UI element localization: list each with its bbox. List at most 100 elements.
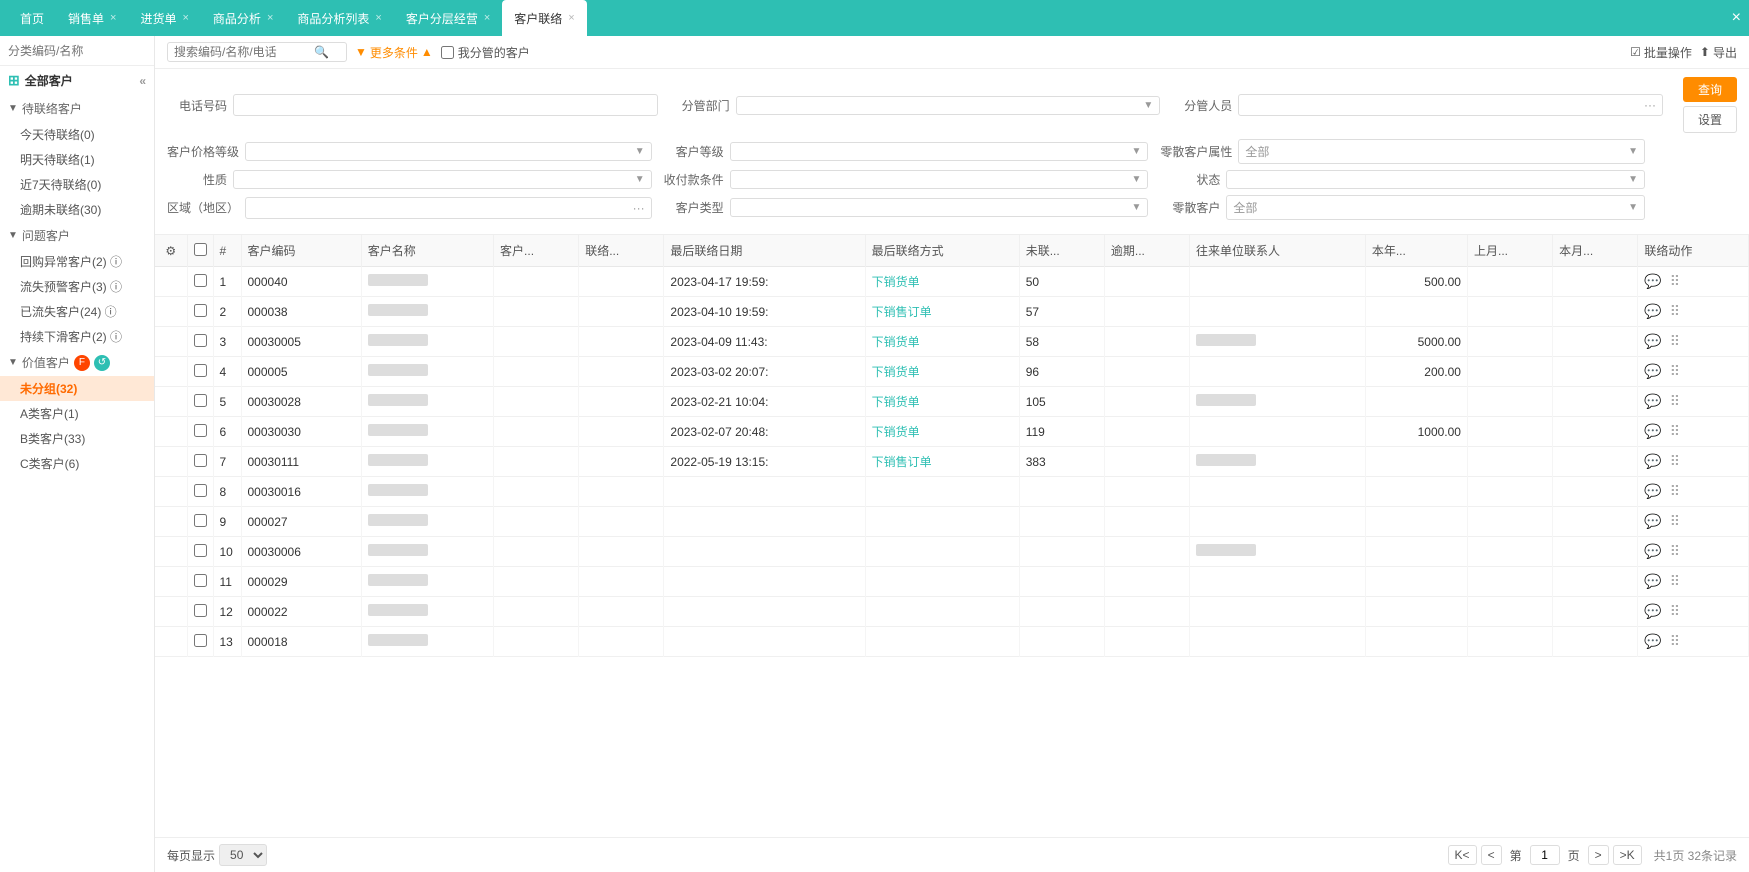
chat-icon[interactable]: 💬: [1644, 633, 1661, 650]
contact-method-link[interactable]: 下销售订单: [872, 305, 932, 319]
apps-icon[interactable]: ⠿: [1670, 363, 1680, 380]
sidebar-group-pending[interactable]: ▼ 待联络客户: [0, 95, 154, 122]
sidebar-item-classC[interactable]: C类客户(6): [0, 451, 154, 476]
row-checkbox[interactable]: [194, 634, 207, 647]
tab-customer-contact[interactable]: 客户联络 ×: [502, 0, 586, 36]
query-button[interactable]: 查询: [1683, 77, 1737, 102]
row-checkbox[interactable]: [194, 334, 207, 347]
tab-sales-close[interactable]: ×: [110, 12, 116, 24]
filter-search-input[interactable]: [174, 45, 314, 59]
prev-page-btn[interactable]: <: [1481, 845, 1502, 865]
reset-button[interactable]: 设置: [1683, 106, 1737, 133]
contact-method-link[interactable]: 下销货单: [872, 365, 920, 379]
col-no-contact[interactable]: 未联...: [1019, 235, 1104, 267]
chat-icon[interactable]: 💬: [1644, 393, 1661, 410]
sidebar-item-classB[interactable]: B类客户(33): [0, 426, 154, 451]
filter-payment-select[interactable]: ▼: [730, 170, 1149, 189]
sidebar-item-today[interactable]: 今天待联络(0): [0, 122, 154, 147]
chat-icon[interactable]: 💬: [1644, 483, 1661, 500]
col-this-month[interactable]: 本月...: [1553, 235, 1638, 267]
sidebar-item-classA[interactable]: A类客户(1): [0, 401, 154, 426]
next-page-btn[interactable]: >: [1588, 845, 1609, 865]
col-last-month[interactable]: 上月...: [1467, 235, 1552, 267]
row-checkbox[interactable]: [194, 424, 207, 437]
apps-icon[interactable]: ⠿: [1670, 273, 1680, 290]
first-page-btn[interactable]: K<: [1448, 845, 1477, 865]
row-checkbox[interactable]: [194, 454, 207, 467]
apps-icon[interactable]: ⠿: [1670, 453, 1680, 470]
chat-icon[interactable]: 💬: [1644, 573, 1661, 590]
filter-region-dots[interactable]: ···: [633, 201, 645, 215]
col-this-year[interactable]: 本年...: [1365, 235, 1467, 267]
tab-product-analysis-list[interactable]: 商品分析列表 ×: [285, 0, 393, 36]
more-conditions-btn[interactable]: ▼ 更多条件 ▲: [355, 44, 433, 61]
batch-ops-btn[interactable]: ☑ 批量操作: [1630, 44, 1692, 61]
sidebar-item-lost[interactable]: 已流失客户(24) ⓘ: [0, 299, 154, 324]
last-page-btn[interactable]: >K: [1613, 845, 1642, 865]
col-type[interactable]: 客户...: [494, 235, 579, 267]
chat-icon[interactable]: 💬: [1644, 273, 1661, 290]
contact-method-link[interactable]: 下销货单: [872, 275, 920, 289]
all-customers-header[interactable]: ⊞ 全部客户 «: [0, 66, 154, 95]
apps-icon[interactable]: ⠿: [1670, 333, 1680, 350]
apps-icon[interactable]: ⠿: [1670, 303, 1680, 320]
col-name[interactable]: 客户名称: [361, 235, 493, 267]
apps-icon[interactable]: ⠿: [1670, 603, 1680, 620]
apps-icon[interactable]: ⠿: [1670, 423, 1680, 440]
value-refresh-icon[interactable]: ↺: [94, 355, 110, 371]
export-btn[interactable]: ⬆ 导出: [1700, 44, 1737, 61]
col-contact[interactable]: 联络...: [579, 235, 664, 267]
row-checkbox[interactable]: [194, 484, 207, 497]
col-last-contact-date[interactable]: 最后联络日期: [664, 235, 865, 267]
row-checkbox[interactable]: [194, 604, 207, 617]
page-size-select[interactable]: 50: [219, 844, 267, 866]
my-customers-checkbox[interactable]: [441, 46, 454, 59]
apps-icon[interactable]: ⠿: [1670, 633, 1680, 650]
contact-method-link[interactable]: 下销货单: [872, 335, 920, 349]
filter-customer-level-select[interactable]: ▼: [730, 142, 1149, 161]
tab-customer-segment[interactable]: 客户分层经营 ×: [394, 0, 502, 36]
chat-icon[interactable]: 💬: [1644, 453, 1661, 470]
row-checkbox[interactable]: [194, 364, 207, 377]
col-gear[interactable]: ⚙: [155, 235, 187, 267]
col-check[interactable]: [187, 235, 213, 267]
row-checkbox[interactable]: [194, 514, 207, 527]
filter-nature-select[interactable]: ▼: [233, 170, 652, 189]
select-all-checkbox[interactable]: [194, 243, 207, 256]
tab-customer-contact-close[interactable]: ×: [568, 12, 574, 24]
chat-icon[interactable]: 💬: [1644, 333, 1661, 350]
contact-method-link[interactable]: 下销货单: [872, 425, 920, 439]
sidebar-item-unclassified[interactable]: 未分组(32): [0, 376, 154, 401]
page-num-input[interactable]: [1530, 845, 1560, 865]
filter-manager-dots[interactable]: ···: [1644, 98, 1656, 112]
sidebar-item-abnormal[interactable]: 回购异常客户(2) ⓘ: [0, 249, 154, 274]
apps-icon[interactable]: ⠿: [1670, 393, 1680, 410]
sidebar-search-input[interactable]: [8, 44, 155, 58]
row-checkbox[interactable]: [194, 394, 207, 407]
tab-home[interactable]: 首页: [8, 0, 56, 36]
row-checkbox[interactable]: [194, 574, 207, 587]
row-checkbox[interactable]: [194, 544, 207, 557]
apps-icon[interactable]: ⠿: [1670, 543, 1680, 560]
sidebar-item-near7[interactable]: 近7天待联络(0): [0, 172, 154, 197]
chat-icon[interactable]: 💬: [1644, 513, 1661, 530]
tab-bar-close-all[interactable]: ×: [1732, 9, 1741, 27]
apps-icon[interactable]: ⠿: [1670, 513, 1680, 530]
col-overdue[interactable]: 逾期...: [1104, 235, 1189, 267]
col-code[interactable]: 客户编码: [241, 235, 361, 267]
filter-customer-type-select[interactable]: ▼: [730, 198, 1149, 217]
filter-search-icon[interactable]: 🔍: [314, 45, 329, 59]
contact-method-link[interactable]: 下销售订单: [872, 455, 932, 469]
chat-icon[interactable]: 💬: [1644, 543, 1661, 560]
sidebar-item-tomorrow[interactable]: 明天待联络(1): [0, 147, 154, 172]
row-checkbox[interactable]: [194, 274, 207, 287]
contact-method-link[interactable]: 下销货单: [872, 395, 920, 409]
tab-purchase[interactable]: 进货单 ×: [128, 0, 200, 36]
tab-sales[interactable]: 销售单 ×: [56, 0, 128, 36]
col-last-contact-method[interactable]: 最后联络方式: [865, 235, 1019, 267]
sidebar-group-value[interactable]: ▼ 价值客户 F ↺: [0, 349, 154, 376]
row-checkbox[interactable]: [194, 304, 207, 317]
filter-price-level-select[interactable]: ▼: [245, 142, 652, 161]
my-customers-toggle[interactable]: 我分管的客户: [441, 44, 530, 61]
tab-purchase-close[interactable]: ×: [182, 12, 188, 24]
